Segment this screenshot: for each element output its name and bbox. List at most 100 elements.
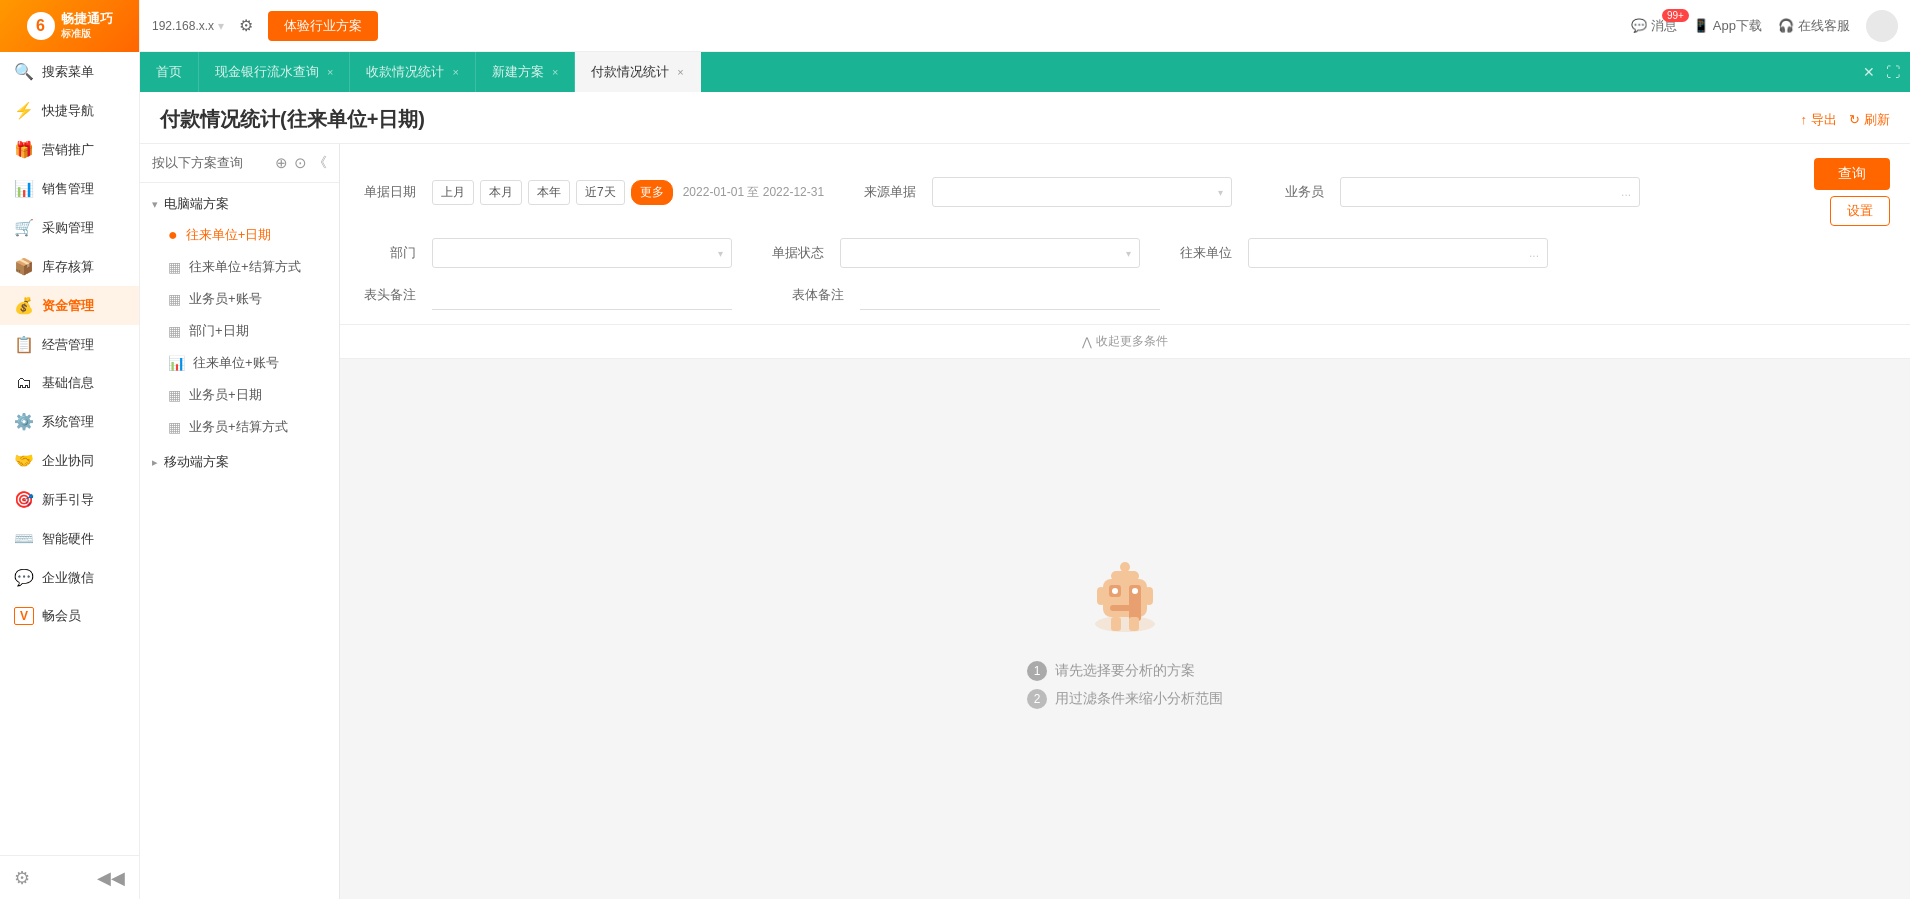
app-download-btn[interactable]: 📱 App下载 xyxy=(1693,17,1762,35)
export-btn[interactable]: ↑ 导出 xyxy=(1801,111,1838,129)
scheme-item-dept-date-label: 部门+日期 xyxy=(189,322,249,340)
result-placeholder: 1 请先选择要分析的方案 2 用过滤条件来缩小分析范围 xyxy=(1027,549,1223,709)
scheme-list: ▾ 电脑端方案 ● 往来单位+日期 ▦ 往来单位+结算方式 ▦ xyxy=(140,183,339,899)
hardware-icon: ⌨️ xyxy=(14,529,34,548)
tab-bank-flow-label: 现金银行流水查询 xyxy=(215,63,319,81)
sidebar-item-marketing[interactable]: 🎁 营销推广 xyxy=(0,130,139,169)
scheme-item-partner-date[interactable]: ● 往来单位+日期 xyxy=(140,219,339,251)
sidebar-item-operation[interactable]: 📋 经营管理 xyxy=(0,325,139,364)
scheme-group-mobile-header[interactable]: ▸ 移动端方案 xyxy=(140,447,339,477)
tab-payment-stat-close-icon[interactable]: × xyxy=(677,66,683,78)
page-header: 付款情况统计(往来单位+日期) ↑ 导出 ↻ 刷新 xyxy=(140,92,1910,144)
sidebar-item-system-label: 系统管理 xyxy=(42,413,94,431)
scheme-item-salesman-settle-label: 业务员+结算方式 xyxy=(189,418,288,436)
scheme-item-salesman-date[interactable]: ▦ 业务员+日期 xyxy=(140,379,339,411)
tab-home[interactable]: 首页 xyxy=(140,52,199,92)
salesman-select[interactable]: ... xyxy=(1340,177,1640,207)
collapse-sidebar-icon[interactable]: ◀◀ xyxy=(97,867,125,889)
sidebar-item-guide[interactable]: 🎯 新手引导 xyxy=(0,480,139,519)
sidebar-footer: ⚙ ◀◀ xyxy=(0,855,139,899)
sidebar-item-member[interactable]: V 畅会员 xyxy=(0,597,139,635)
guide-icon: 🎯 xyxy=(14,490,34,509)
date-option-7days[interactable]: 近7天 xyxy=(576,180,625,205)
date-option-more[interactable]: 更多 xyxy=(631,180,673,205)
sidebar-nav: 🔍 搜索菜单 ⚡ 快捷导航 🎁 营销推广 📊 销售管理 🛒 采购管理 📦 库存核… xyxy=(0,52,139,855)
scheme-item-table-icon-1: ▦ xyxy=(168,259,181,275)
partner-select[interactable]: ... xyxy=(1248,238,1548,268)
page-content: 付款情况统计(往来单位+日期) ↑ 导出 ↻ 刷新 按以下方案查询 ⊕ xyxy=(140,92,1910,899)
sidebar-item-quick-nav[interactable]: ⚡ 快捷导航 xyxy=(0,91,139,130)
scheme-item-partner-account[interactable]: 📊 往来单位+账号 xyxy=(140,347,339,379)
department-select[interactable]: ▾ xyxy=(432,238,732,268)
window-controls: ✕ ⛶ xyxy=(1852,52,1910,92)
date-option-this-month[interactable]: 本月 xyxy=(480,180,522,205)
topbar: 192.168.x.x ▾ ⚙ 体验行业方案 💬 消息 99+ 📱 App下载 … xyxy=(140,0,1910,52)
sidebar-item-sales[interactable]: 📊 销售管理 xyxy=(0,169,139,208)
scheme-group-pc-header[interactable]: ▾ 电脑端方案 xyxy=(140,189,339,219)
maximize-window-icon[interactable]: ⛶ xyxy=(1884,63,1902,81)
scheme-item-partner-settle[interactable]: ▦ 往来单位+结算方式 xyxy=(140,251,339,283)
header-note-input[interactable] xyxy=(432,280,732,310)
sidebar-item-basic-info[interactable]: 🗂 基础信息 xyxy=(0,364,139,402)
messages-btn[interactable]: 💬 消息 99+ xyxy=(1631,17,1677,35)
scheme-item-salesman-settle[interactable]: ▦ 业务员+结算方式 xyxy=(140,411,339,443)
refresh-btn[interactable]: ↻ 刷新 xyxy=(1849,111,1890,129)
scheme-item-salesman-account[interactable]: ▦ 业务员+账号 xyxy=(140,283,339,315)
tab-bank-flow-close-icon[interactable]: × xyxy=(327,66,333,78)
page-header-actions: ↑ 导出 ↻ 刷新 xyxy=(1801,111,1891,129)
basic-info-icon: 🗂 xyxy=(14,374,34,392)
collapse-filter-bar[interactable]: ⋀ 收起更多条件 xyxy=(340,325,1910,359)
partner-label: 往来单位 xyxy=(1176,244,1232,262)
sidebar-item-purchase[interactable]: 🛒 采购管理 xyxy=(0,208,139,247)
sidebar-item-search-label: 搜索菜单 xyxy=(42,63,94,81)
settings-gear-icon[interactable]: ⚙ xyxy=(232,12,260,40)
tab-bank-flow[interactable]: 现金银行流水查询 × xyxy=(199,52,350,92)
close-window-icon[interactable]: ✕ xyxy=(1860,63,1878,81)
tab-receipts-stat[interactable]: 收款情况统计 × xyxy=(350,52,475,92)
settings-btn[interactable]: 设置 xyxy=(1830,196,1890,226)
date-option-this-year[interactable]: 本年 xyxy=(528,180,570,205)
member-icon: V xyxy=(14,607,34,625)
query-btn[interactable]: 查询 xyxy=(1814,158,1890,190)
sidebar-item-hardware[interactable]: ⌨️ 智能硬件 xyxy=(0,519,139,558)
app-download-label: App下载 xyxy=(1713,17,1762,35)
header-note-label: 表头备注 xyxy=(360,286,416,304)
settings-footer-icon[interactable]: ⚙ xyxy=(14,867,30,889)
page-title: 付款情况统计(往来单位+日期) xyxy=(160,106,425,133)
sidebar-item-cooperation-label: 企业协同 xyxy=(42,452,94,470)
sidebar-item-inventory[interactable]: 📦 库存核算 xyxy=(0,247,139,286)
source-voucher-select[interactable]: ▾ xyxy=(932,177,1232,207)
sidebar-item-wechat[interactable]: 💬 企业微信 xyxy=(0,558,139,597)
sidebar-item-cooperation[interactable]: 🤝 企业协同 xyxy=(0,441,139,480)
trial-btn[interactable]: 体验行业方案 xyxy=(268,11,378,41)
salesman-label: 业务员 xyxy=(1268,183,1324,201)
collapse-panel-icon[interactable]: 《 xyxy=(313,154,327,172)
tab-new-scheme-close-icon[interactable]: × xyxy=(552,66,558,78)
service-icon: 🎧 xyxy=(1778,18,1794,33)
right-panel: 单据日期 上月 本月 本年 近7天 更多 2022-01-01 至 2022-1… xyxy=(340,144,1910,899)
tab-payment-stat[interactable]: 付款情况统计 × xyxy=(575,52,700,92)
sidebar-item-finance[interactable]: 💰 资金管理 xyxy=(0,286,139,325)
body-note-input[interactable] xyxy=(860,280,1160,310)
app-name: 畅捷通巧 xyxy=(61,11,113,27)
filter-action-buttons: 查询 设置 xyxy=(1814,158,1890,226)
config-scheme-icon[interactable]: ⊙ xyxy=(294,154,307,172)
add-scheme-icon[interactable]: ⊕ xyxy=(275,154,288,172)
sidebar-item-purchase-label: 采购管理 xyxy=(42,219,94,237)
scheme-group-pc-label: 电脑端方案 xyxy=(164,195,229,213)
scheme-item-dept-date[interactable]: ▦ 部门+日期 xyxy=(140,315,339,347)
operation-icon: 📋 xyxy=(14,335,34,354)
tab-new-scheme[interactable]: 新建方案 × xyxy=(476,52,575,92)
sidebar-item-system[interactable]: ⚙️ 系统管理 xyxy=(0,402,139,441)
sidebar-item-operation-label: 经营管理 xyxy=(42,336,94,354)
voucher-status-select[interactable]: ▾ xyxy=(840,238,1140,268)
online-service-btn[interactable]: 🎧 在线客服 xyxy=(1778,17,1850,35)
app-logo: 6 畅捷通巧 标准版 xyxy=(0,0,139,52)
tab-receipts-stat-close-icon[interactable]: × xyxy=(452,66,458,78)
scheme-panel: 按以下方案查询 ⊕ ⊙ 《 ▾ 电脑端方案 xyxy=(140,144,340,899)
voucher-status-label: 单据状态 xyxy=(768,244,824,262)
date-option-last-month[interactable]: 上月 xyxy=(432,180,474,205)
scheme-group-mobile-label: 移动端方案 xyxy=(164,453,229,471)
user-avatar[interactable] xyxy=(1866,10,1898,42)
sidebar-item-search[interactable]: 🔍 搜索菜单 xyxy=(0,52,139,91)
